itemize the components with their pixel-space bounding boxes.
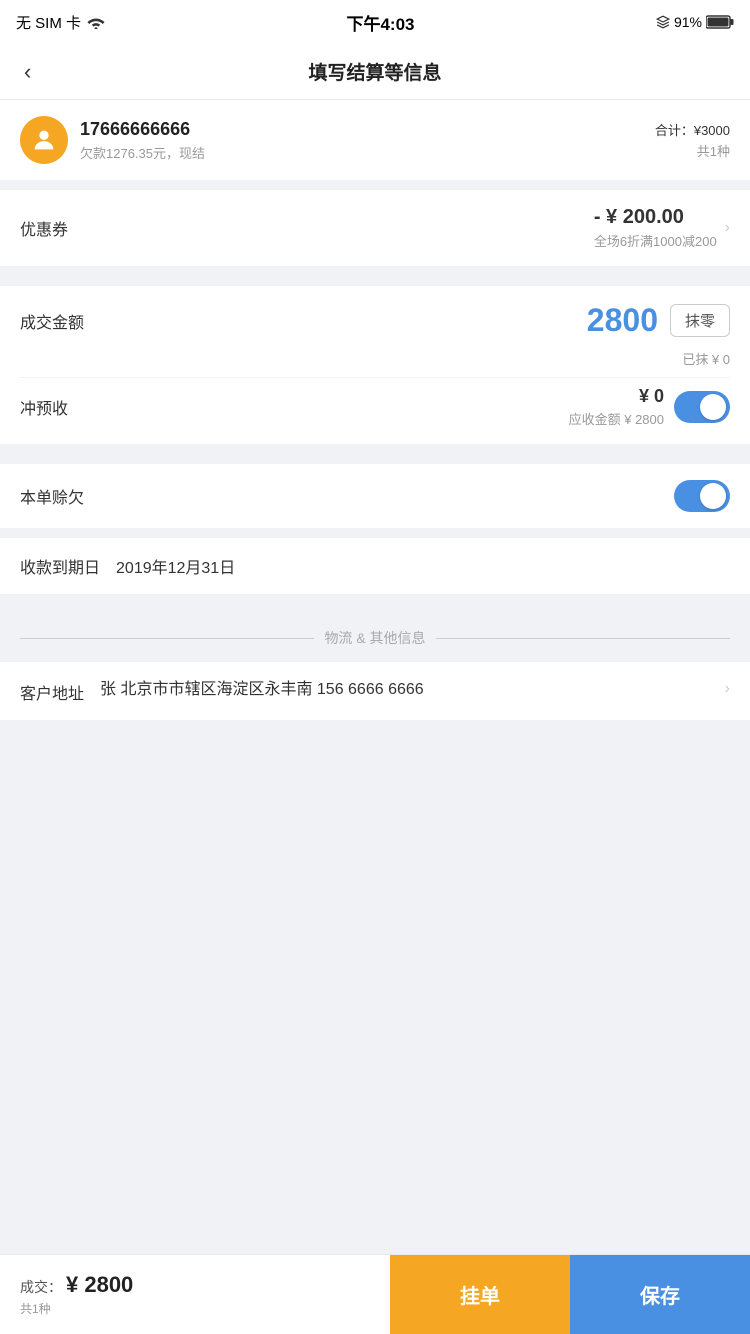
- debt-label: 本单赊欠: [20, 484, 84, 508]
- bottom-summary: 成交：¥ 2800 共1种: [0, 1272, 390, 1317]
- address-chevron-icon: ›: [725, 680, 730, 698]
- logistics-line-left: [20, 638, 314, 639]
- customer-left: 17666666666 欠款1276.35元，现结: [20, 116, 205, 164]
- prepay-value-group: ¥ 0 应收金额 ¥ 2800: [569, 386, 664, 428]
- prepay-right: ¥ 0 应收金额 ¥ 2800: [569, 386, 730, 428]
- deal-label: 成交：: [20, 1279, 62, 1295]
- deal-amount: ¥ 2800: [66, 1272, 133, 1297]
- hang-button[interactable]: 挂单: [390, 1255, 570, 1334]
- spacer-block: [0, 730, 750, 790]
- amount-value-group: 2800 抹零: [587, 302, 730, 339]
- location-icon: [656, 15, 670, 29]
- amount-value: 2800: [587, 302, 658, 339]
- bottom-count: 共1种: [20, 1300, 370, 1317]
- customer-info: 17666666666 欠款1276.35元，现结: [80, 119, 205, 162]
- prepay-receivable: 应收金额 ¥ 2800: [569, 409, 664, 428]
- save-button[interactable]: 保存: [570, 1255, 750, 1334]
- status-left: 无 SIM 卡: [16, 12, 105, 33]
- avatar: [20, 116, 68, 164]
- amount-label: 成交金额: [20, 309, 84, 333]
- amount-sub: 已抹 ¥ 0: [682, 352, 730, 367]
- coupon-chevron-icon: ›: [725, 219, 730, 237]
- amount-divider: [20, 377, 730, 378]
- sim-text: 无 SIM 卡: [16, 12, 81, 33]
- logistics-line-right: [436, 638, 730, 639]
- amount-row: 成交金额 2800 抹零: [20, 302, 730, 339]
- customer-phone: 17666666666: [80, 119, 205, 140]
- coupon-desc: 全场6折满1000减200: [594, 231, 717, 250]
- logistics-text: 物流 & 其他信息: [324, 628, 425, 648]
- nav-bar: ‹ 填写结算等信息: [0, 44, 750, 100]
- section-gap-1: [0, 276, 750, 286]
- due-date-value: 2019年12月31日: [116, 554, 235, 578]
- customer-card: 17666666666 欠款1276.35元，现结 合计：¥3000 共1种: [0, 100, 750, 180]
- total-label: 合计：¥3000: [655, 120, 730, 139]
- prepay-toggle[interactable]: [674, 391, 730, 423]
- battery-icon: [706, 15, 734, 29]
- status-time: 下午4:03: [346, 10, 414, 35]
- address-label: 客户地址: [20, 680, 90, 704]
- debt-toggle[interactable]: [674, 480, 730, 512]
- status-bar: 无 SIM 卡 下午4:03 91%: [0, 0, 750, 44]
- coupon-value-group: - ¥ 200.00 全场6折满1000减200: [594, 206, 717, 250]
- bottom-deal: 成交：¥ 2800: [20, 1272, 370, 1298]
- prepay-label: 冲预收: [20, 395, 68, 419]
- round-button[interactable]: 抹零: [670, 304, 730, 337]
- section-gap-3: [0, 604, 750, 614]
- address-value: 张 北京市市辖区海淀区永丰南 156 6666 6666: [100, 678, 715, 702]
- bottom-bar: 成交：¥ 2800 共1种 挂单 保存: [0, 1254, 750, 1334]
- logistics-section: 物流 & 其他信息: [0, 614, 750, 662]
- bottom-actions: 挂单 保存: [390, 1255, 750, 1334]
- customer-owe: 欠款1276.35元，现结: [80, 143, 205, 162]
- coupon-right: - ¥ 200.00 全场6折满1000减200 ›: [594, 206, 730, 250]
- battery-percent: 91%: [674, 14, 702, 30]
- section-gap-2: [0, 454, 750, 464]
- page-title: 填写结算等信息: [308, 58, 441, 85]
- total-count: 共1种: [655, 141, 730, 160]
- address-section[interactable]: 客户地址 张 北京市市辖区海淀区永丰南 156 6666 6666 ›: [0, 662, 750, 720]
- due-date-label: 收款到期日: [20, 554, 100, 578]
- avatar-icon: [30, 126, 58, 154]
- coupon-discount: - ¥ 200.00: [594, 206, 717, 229]
- back-button[interactable]: ‹: [16, 51, 39, 93]
- amount-section: 成交金额 2800 抹零 已抹 ¥ 0 冲预收 ¥ 0 应收金额 ¥ 2800: [0, 286, 750, 444]
- prepay-amount: ¥ 0: [569, 386, 664, 407]
- coupon-label: 优惠券: [20, 216, 68, 240]
- due-date-section: 收款到期日 2019年12月31日: [0, 538, 750, 594]
- coupon-row[interactable]: 优惠券 - ¥ 200.00 全场6折满1000减200 ›: [0, 190, 750, 266]
- prepay-row: 冲预收 ¥ 0 应收金额 ¥ 2800: [20, 386, 730, 428]
- content: 17666666666 欠款1276.35元，现结 合计：¥3000 共1种 优…: [0, 100, 750, 880]
- customer-right: 合计：¥3000 共1种: [655, 120, 730, 160]
- status-right: 91%: [656, 14, 734, 30]
- wifi-icon: [87, 15, 105, 29]
- debt-section: 本单赊欠: [0, 464, 750, 528]
